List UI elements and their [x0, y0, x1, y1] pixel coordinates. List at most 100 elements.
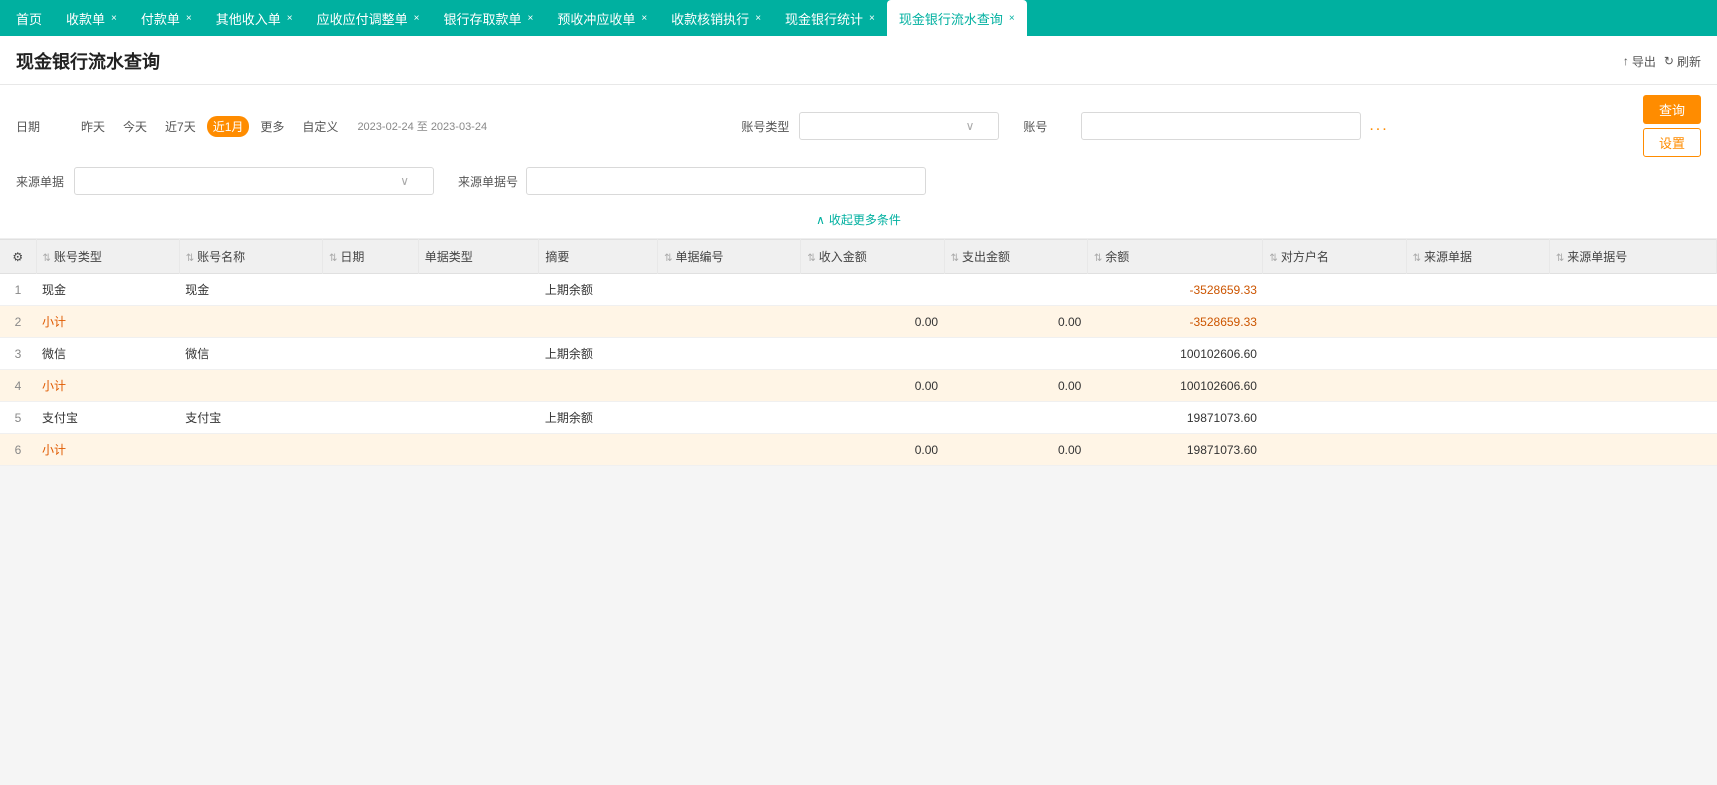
row-summary	[539, 434, 658, 466]
collapse-icon: ∧	[816, 213, 825, 227]
row-source-doc-no	[1549, 306, 1716, 338]
date-btn-7days[interactable]: 近7天	[158, 115, 203, 138]
row-date	[322, 306, 418, 338]
row-counterpart	[1263, 338, 1406, 370]
row-doc-type	[418, 434, 539, 466]
nav-cash-bank-flow[interactable]: 现金银行流水查询 ×	[887, 0, 1027, 36]
date-range-display: 2023-02-24 至 2023-03-24	[357, 118, 487, 134]
row-account-name: 现金	[179, 274, 322, 306]
row-counterpart	[1263, 434, 1406, 466]
counterpart-column-header[interactable]: ⇅对方户名	[1263, 240, 1406, 274]
table-row: 1 现金 现金 上期余额 -3528659.33	[0, 274, 1717, 306]
header-actions: ↑ 导出 ↻ 刷新	[1623, 53, 1701, 70]
nav-other-income[interactable]: 其他收入单 ×	[204, 0, 305, 36]
nav-collection-exec[interactable]: 收款核销执行 ×	[659, 0, 773, 36]
date-btn-today[interactable]: 今天	[116, 115, 154, 138]
table-row: 6 小计 0.00 0.00 19871073.60	[0, 434, 1717, 466]
row-doc-no	[658, 306, 801, 338]
date-column-header[interactable]: ⇅日期	[322, 240, 418, 274]
date-btn-yesterday[interactable]: 昨天	[74, 115, 112, 138]
date-filter: 日期 昨天 今天 近7天 近1月 更多 自定义 2023-02-24 至 202…	[16, 115, 487, 138]
row-date	[322, 434, 418, 466]
row-summary: 上期余额	[539, 338, 658, 370]
refresh-link[interactable]: ↻ 刷新	[1664, 53, 1701, 70]
row-date	[322, 370, 418, 402]
row-income: 0.00	[801, 370, 944, 402]
row-number: 5	[0, 402, 36, 434]
row-account-type: 小计	[36, 306, 179, 338]
source-doc-no-column-header[interactable]: ⇅来源单据号	[1549, 240, 1716, 274]
row-balance: 19871073.60	[1087, 434, 1263, 466]
account-type-select[interactable]: ∨	[799, 112, 999, 140]
close-cash-bank-flow-icon[interactable]: ×	[1009, 13, 1015, 24]
table-body: 1 现金 现金 上期余额 -3528659.33 2 小计 0.00 0.00 …	[0, 274, 1717, 466]
row-account-name	[179, 370, 322, 402]
summary-column-header[interactable]: 摘要	[539, 240, 658, 274]
row-number: 4	[0, 370, 36, 402]
row-date	[322, 274, 418, 306]
filter-section: 日期 昨天 今天 近7天 近1月 更多 自定义 2023-02-24 至 202…	[0, 85, 1717, 239]
nav-prepay-offset[interactable]: 预收冲应收单 ×	[545, 0, 659, 36]
source-doc-no-filter: 来源单据号	[458, 167, 926, 195]
row-doc-no	[658, 402, 801, 434]
account-type-label: 账号类型	[741, 118, 791, 135]
account-label: 账号	[1023, 118, 1073, 135]
source-doc-arrow-icon: ∨	[400, 174, 409, 188]
nav-receipt[interactable]: 收款单 ×	[54, 0, 129, 36]
row-expense: 0.00	[944, 306, 1087, 338]
row-date	[322, 338, 418, 370]
row-summary: 上期余额	[539, 402, 658, 434]
gear-column-header[interactable]: ⚙	[0, 240, 36, 274]
row-doc-no	[658, 338, 801, 370]
balance-column-header[interactable]: ⇅余额	[1087, 240, 1263, 274]
row-expense: 0.00	[944, 370, 1087, 402]
row-number: 1	[0, 274, 36, 306]
close-payment-icon[interactable]: ×	[186, 13, 192, 24]
nav-home[interactable]: 首页	[4, 0, 54, 36]
nav-adjustment[interactable]: 应收应付调整单 ×	[305, 0, 432, 36]
row-balance: 100102606.60	[1087, 338, 1263, 370]
export-link[interactable]: ↑ 导出	[1623, 53, 1656, 70]
nav-bank-deposit[interactable]: 银行存取款单 ×	[431, 0, 545, 36]
top-nav: 首页 收款单 × 付款单 × 其他收入单 × 应收应付调整单 × 银行存取款单 …	[0, 0, 1717, 36]
table-header-row: ⚙ ⇅账号类型 ⇅账号名称 ⇅日期 单据类型 摘要 ⇅单据编号 ⇅收入金额 ⇅支…	[0, 240, 1717, 274]
row-date	[322, 402, 418, 434]
page-title: 现金银行流水查询	[16, 48, 160, 74]
row-source-doc	[1406, 274, 1549, 306]
close-bank-deposit-icon[interactable]: ×	[527, 13, 533, 24]
table-row: 2 小计 0.00 0.00 -3528659.33	[0, 306, 1717, 338]
account-dots-button[interactable]: ...	[1369, 117, 1388, 135]
close-collection-exec-icon[interactable]: ×	[755, 13, 761, 24]
row-summary: 上期余额	[539, 274, 658, 306]
collapse-bar[interactable]: ∧ 收起更多条件	[16, 205, 1701, 238]
row-source-doc	[1406, 338, 1549, 370]
date-btn-more[interactable]: 更多	[253, 115, 291, 138]
doc-type-column-header[interactable]: 单据类型	[418, 240, 539, 274]
income-column-header[interactable]: ⇅收入金额	[801, 240, 944, 274]
source-doc-column-header[interactable]: ⇅来源单据	[1406, 240, 1549, 274]
close-cash-bank-stats-icon[interactable]: ×	[869, 13, 875, 24]
account-input[interactable]	[1081, 112, 1361, 140]
row-account-name: 微信	[179, 338, 322, 370]
date-btn-custom[interactable]: 自定义	[295, 115, 345, 138]
source-doc-no-input[interactable]	[526, 167, 926, 195]
doc-no-column-header[interactable]: ⇅单据编号	[658, 240, 801, 274]
row-source-doc-no	[1549, 274, 1716, 306]
source-doc-select[interactable]: ∨	[74, 167, 434, 195]
account-name-column-header[interactable]: ⇅账号名称	[179, 240, 322, 274]
refresh-icon: ↻	[1664, 54, 1674, 68]
close-prepay-offset-icon[interactable]: ×	[641, 13, 647, 24]
close-other-income-icon[interactable]: ×	[287, 13, 293, 24]
expense-column-header[interactable]: ⇅支出金额	[944, 240, 1087, 274]
settings-button[interactable]: 设置	[1643, 128, 1701, 157]
date-btn-1month[interactable]: 近1月	[207, 116, 250, 137]
row-doc-type	[418, 338, 539, 370]
account-type-column-header[interactable]: ⇅账号类型	[36, 240, 179, 274]
row-summary	[539, 370, 658, 402]
close-receipt-icon[interactable]: ×	[111, 13, 117, 24]
query-button[interactable]: 查询	[1643, 95, 1701, 124]
close-adjustment-icon[interactable]: ×	[414, 13, 420, 24]
nav-cash-bank-stats[interactable]: 现金银行统计 ×	[773, 0, 887, 36]
row-balance: -3528659.33	[1087, 274, 1263, 306]
nav-payment[interactable]: 付款单 ×	[129, 0, 204, 36]
